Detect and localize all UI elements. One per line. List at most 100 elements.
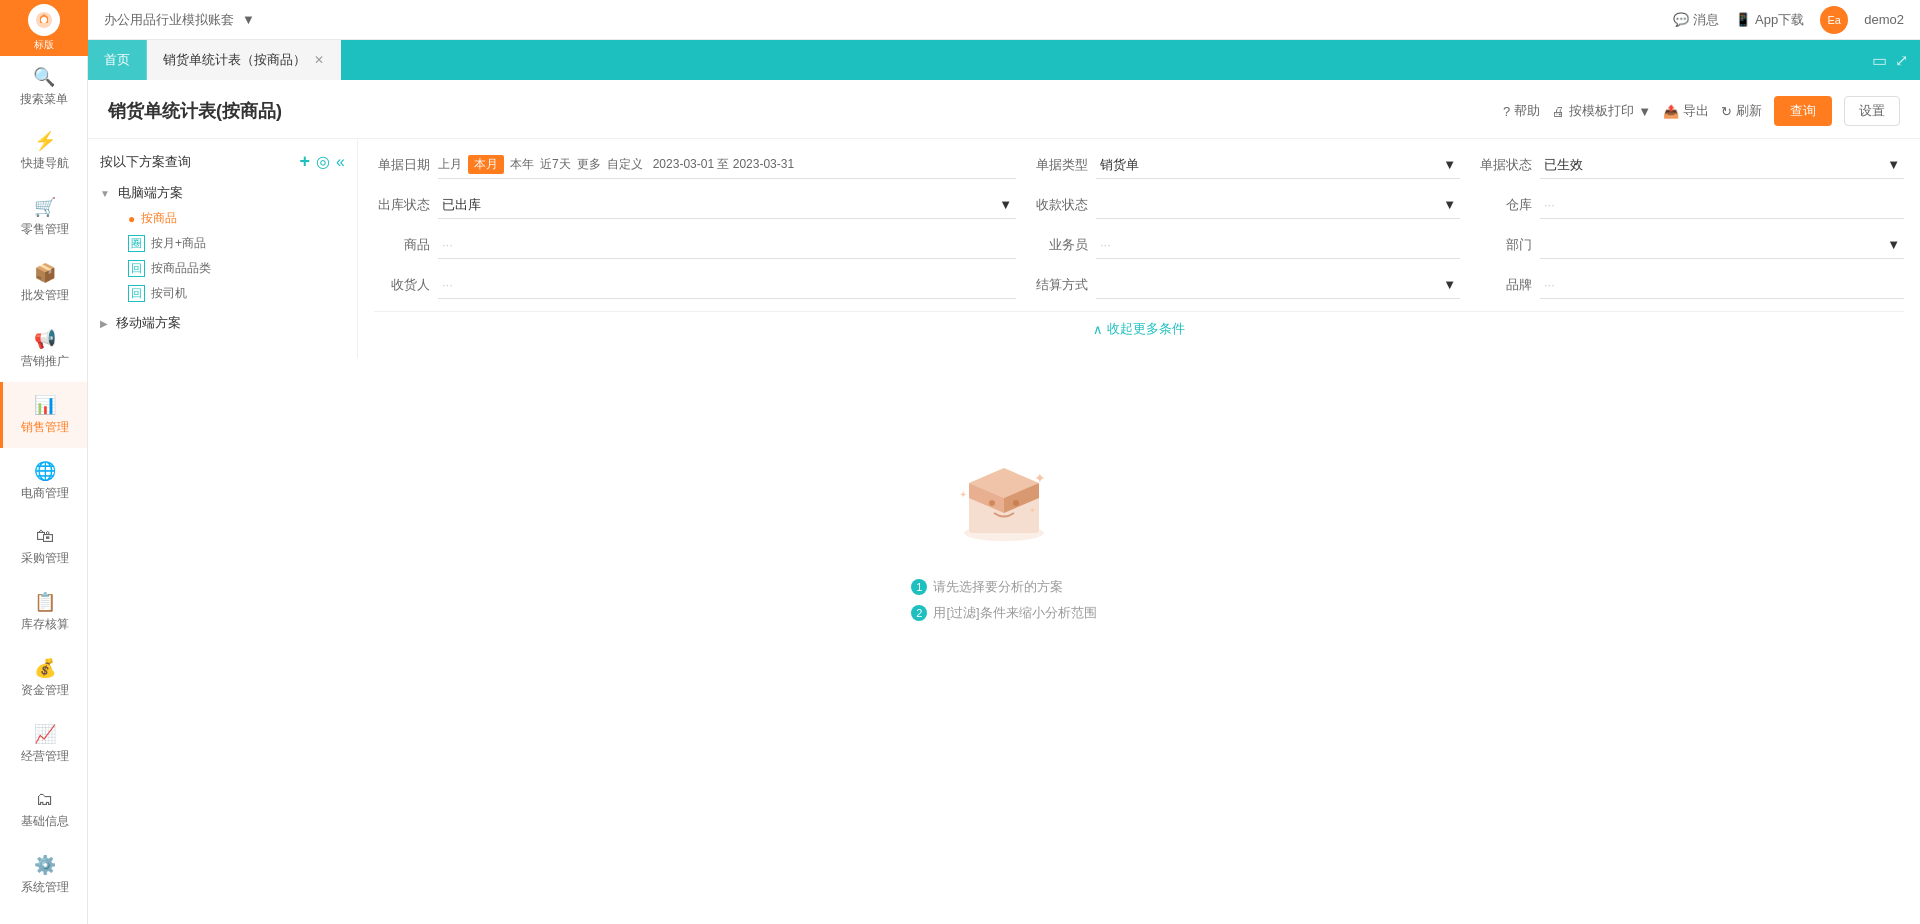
settlement-label: 结算方式 <box>1032 276 1088 294</box>
out-status-control[interactable]: 已出库 ▼ <box>438 191 1016 219</box>
user-name[interactable]: demo2 <box>1864 12 1904 27</box>
sidebar-search[interactable]: 🔍 搜索菜单 <box>0 56 87 118</box>
collapse-scheme-icon[interactable]: « <box>336 153 345 171</box>
filter-item-date: 单据日期 上月 本月 本年 近7天 更多 自定义 2023-03-01 至 20… <box>374 151 1016 179</box>
settlement-control[interactable]: ▼ <box>1096 271 1460 299</box>
query-label: 查询 <box>1790 103 1816 118</box>
doc-status-control[interactable]: 已生效 ▼ <box>1540 151 1904 179</box>
svg-text:✦: ✦ <box>1034 470 1046 486</box>
tree-parent-mobile[interactable]: ▶ 移动端方案 <box>88 310 357 336</box>
department-control[interactable]: ▼ <box>1540 231 1904 259</box>
warehouse-dots-icon[interactable]: ··· <box>1544 197 1555 212</box>
sidebar-item-quicknav[interactable]: ⚡ 快捷导航 <box>0 118 87 184</box>
empty-tip-1: 1 请先选择要分析的方案 <box>911 578 1096 596</box>
message-link[interactable]: 💬 消息 <box>1673 11 1719 29</box>
tab-home[interactable]: 首页 <box>88 40 147 80</box>
sidebar-item-wholesale[interactable]: 📦 批发管理 <box>0 250 87 316</box>
topbar-left: 办公用品行业模拟账套 ▼ <box>104 11 255 29</box>
sidebar-item-ecommerce[interactable]: 🌐 电商管理 <box>0 448 87 514</box>
tree-item-by-month-product[interactable]: 圈 按月+商品 <box>100 231 357 256</box>
collapse-label: 收起更多条件 <box>1107 320 1185 338</box>
tab-actions: ▭ ⤢ <box>1872 51 1920 70</box>
tab-sales-report[interactable]: 销货单统计表（按商品） ✕ <box>147 40 341 80</box>
salesperson-dots-icon[interactable]: ··· <box>1100 237 1111 252</box>
sidebar-item-purchase[interactable]: 🛍 采购管理 <box>0 514 87 579</box>
tree-item-by-product-label: 按商品 <box>141 210 177 227</box>
tip1-text: 请先选择要分析的方案 <box>933 578 1063 596</box>
sidebar-item-basics[interactable]: 🗂 基础信息 <box>0 777 87 842</box>
filter-item-settlement: 结算方式 ▼ <box>1032 271 1460 299</box>
enterprise-icon: 🤝 <box>34 920 56 924</box>
driver-scheme-icon: 回 <box>128 285 145 302</box>
logo[interactable]: 标版 <box>0 0 88 56</box>
more-date-btn[interactable]: 更多 <box>577 156 601 173</box>
sidebar-item-system[interactable]: ⚙️ 系统管理 <box>0 842 87 908</box>
tree-expand-pc: ▼ <box>100 188 110 199</box>
app-download-link[interactable]: 📱 App下载 <box>1735 11 1804 29</box>
sidebar-item-retail[interactable]: 🛒 零售管理 <box>0 184 87 250</box>
settings-button[interactable]: 设置 <box>1844 96 1900 126</box>
sidebar-item-enterprise[interactable]: 🤝 企业协同 <box>0 908 87 924</box>
sidebar-item-inventory[interactable]: 📋 库存核算 <box>0 579 87 645</box>
doc-type-chevron: ▼ <box>1443 157 1456 172</box>
warehouse-control[interactable]: ··· <box>1540 191 1904 219</box>
recipient-control[interactable]: ··· <box>438 271 1016 299</box>
query-button[interactable]: 查询 <box>1774 96 1832 126</box>
doc-type-control[interactable]: 销货单 ▼ <box>1096 151 1460 179</box>
brand-dots-icon[interactable]: ··· <box>1544 277 1555 292</box>
minimize-icon[interactable]: ▭ <box>1872 51 1887 70</box>
svg-point-8 <box>1013 500 1019 506</box>
product-control[interactable]: ··· <box>438 231 1016 259</box>
last-month-btn[interactable]: 上月 <box>438 156 462 173</box>
salesperson-control[interactable]: ··· <box>1096 231 1460 259</box>
svg-text:✦: ✦ <box>959 489 967 500</box>
sidebar-item-marketing[interactable]: 📢 营销推广 <box>0 316 87 382</box>
inventory-icon: 📋 <box>34 591 56 613</box>
refresh-label: 刷新 <box>1736 102 1762 120</box>
payment-status-control[interactable]: ▼ <box>1096 191 1460 219</box>
tree-item-by-driver-label: 按司机 <box>151 285 187 302</box>
payment-status-chevron: ▼ <box>1443 197 1456 212</box>
doc-status-label: 单据状态 <box>1476 156 1532 174</box>
logo-icon <box>28 4 60 36</box>
help-button[interactable]: ? 帮助 <box>1503 102 1540 120</box>
recipient-dots-icon[interactable]: ··· <box>442 277 453 292</box>
filter-right: 单据日期 上月 本月 本年 近7天 更多 自定义 2023-03-01 至 20… <box>358 139 1920 358</box>
sidebar-item-operations[interactable]: 📈 经营管理 <box>0 711 87 777</box>
avatar[interactable]: Ea <box>1820 6 1848 34</box>
tab-close-icon[interactable]: ✕ <box>314 53 324 67</box>
sidebar-item-sales-label: 销售管理 <box>21 419 69 436</box>
sidebar-item-finance[interactable]: 💰 资金管理 <box>0 645 87 711</box>
salesperson-label: 业务员 <box>1032 236 1088 254</box>
out-status-label: 出库状态 <box>374 196 430 214</box>
current-month-btn[interactable]: 本月 <box>468 155 504 174</box>
date-label: 单据日期 <box>374 156 430 174</box>
settlement-chevron: ▼ <box>1443 277 1456 292</box>
product-dots-icon[interactable]: ··· <box>442 237 453 252</box>
brand-control[interactable]: ··· <box>1540 271 1904 299</box>
tree-children-pc: ● 按商品 圈 按月+商品 回 按商品品类 <box>88 206 357 306</box>
sidebar-item-operations-label: 经营管理 <box>21 748 69 765</box>
filter-row-4: 收货人 ··· 结算方式 ▼ <box>374 271 1904 299</box>
tree-item-by-category[interactable]: 回 按商品品类 <box>100 256 357 281</box>
maximize-icon[interactable]: ⤢ <box>1895 51 1908 70</box>
tip2-num: 2 <box>911 605 927 621</box>
print-template-button[interactable]: 🖨 按模板打印 ▼ <box>1552 102 1651 120</box>
quicknav-icon: ⚡ <box>34 130 56 152</box>
add-scheme-icon[interactable]: + <box>300 151 311 172</box>
category-scheme-icon: 回 <box>128 260 145 277</box>
collapse-bar[interactable]: ∧ 收起更多条件 <box>374 311 1904 346</box>
breadcrumb-chevron[interactable]: ▼ <box>242 12 255 27</box>
refresh-button[interactable]: ↻ 刷新 <box>1721 102 1762 120</box>
tree-item-by-product[interactable]: ● 按商品 <box>100 206 357 231</box>
last-7days-btn[interactable]: 近7天 <box>540 156 571 173</box>
export-button[interactable]: 📤 导出 <box>1663 102 1709 120</box>
tree-parent-pc[interactable]: ▼ 电脑端方案 <box>88 180 357 206</box>
current-year-btn[interactable]: 本年 <box>510 156 534 173</box>
tree-item-by-driver[interactable]: 回 按司机 <box>100 281 357 306</box>
edit-scheme-icon[interactable]: ◎ <box>316 152 330 171</box>
tree-parent-mobile-label: 移动端方案 <box>116 314 181 332</box>
svg-point-7 <box>989 500 995 506</box>
custom-date-btn[interactable]: 自定义 <box>607 156 643 173</box>
sidebar-item-sales[interactable]: 📊 销售管理 <box>0 382 87 448</box>
